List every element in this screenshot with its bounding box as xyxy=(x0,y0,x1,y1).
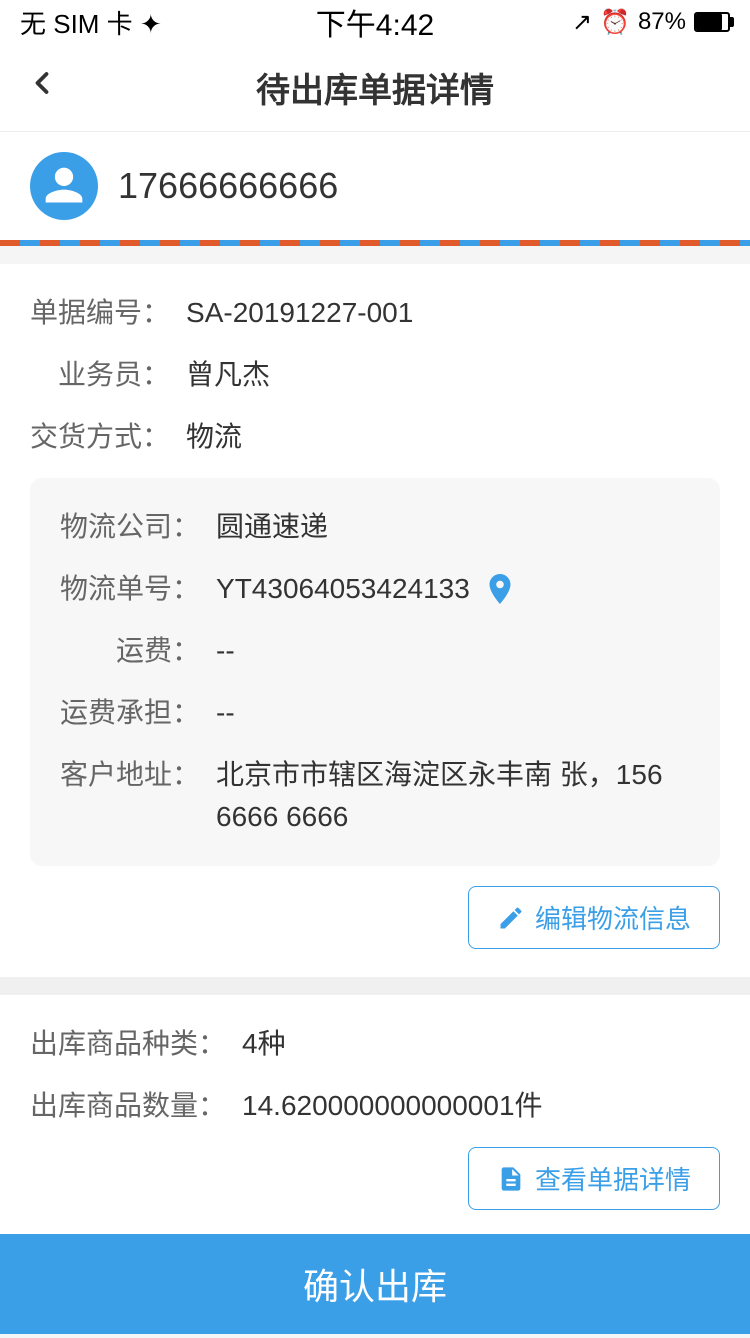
section-divider xyxy=(0,977,750,995)
delivery-method-row: 交货方式： 物流 xyxy=(30,416,720,458)
goods-quantity-label: 出库商品数量： xyxy=(30,1085,226,1127)
page-title: 待出库单据详情 xyxy=(256,63,494,112)
freight-bearer-row: 运费承担： -- xyxy=(60,692,690,734)
freight-label: 运费： xyxy=(60,630,200,672)
order-no-label: 单据编号： xyxy=(30,292,170,334)
order-no-value: SA-20191227-001 xyxy=(186,292,720,334)
back-button[interactable] xyxy=(24,65,60,111)
tracking-no-value: YT43064053424133 xyxy=(216,568,690,610)
goods-quantity-value: 14.620000000000001件 xyxy=(242,1085,720,1127)
customer-phone: 17666666666 xyxy=(118,165,338,207)
view-details-btn-container: 查看单据详情 xyxy=(30,1147,720,1210)
freight-bearer-value: -- xyxy=(216,692,690,734)
avatar xyxy=(30,152,98,220)
goods-types-value: 4种 xyxy=(242,1023,720,1065)
delivery-method-label: 交货方式： xyxy=(30,416,170,458)
logistics-company-label: 物流公司： xyxy=(60,506,200,548)
sim-wifi-text: 无 SIM 卡 ✦ xyxy=(20,4,162,41)
order-info-section: 单据编号： SA-20191227-001 业务员： 曾凡杰 交货方式： 物流 … xyxy=(0,264,750,977)
tracking-no-label: 物流单号： xyxy=(60,568,200,610)
order-no-row: 单据编号： SA-20191227-001 xyxy=(30,292,720,334)
view-details-button[interactable]: 查看单据详情 xyxy=(468,1147,720,1210)
freight-row: 运费： -- xyxy=(60,630,690,672)
confirm-bar[interactable]: 确认出库 xyxy=(0,1234,750,1334)
salesperson-row: 业务员： 曾凡杰 xyxy=(30,354,720,396)
edit-logistics-button[interactable]: 编辑物流信息 xyxy=(468,886,720,949)
tracking-no-row: 物流单号： YT43064053424133 xyxy=(60,568,690,610)
goods-quantity-row: 出库商品数量： 14.620000000000001件 xyxy=(30,1085,720,1127)
salesperson-label: 业务员： xyxy=(30,354,170,396)
customer-header: 17666666666 xyxy=(0,132,750,240)
dashed-separator xyxy=(0,240,750,246)
nav-bar: 待出库单据详情 xyxy=(0,44,750,132)
status-time: 下午4:42 xyxy=(316,0,434,44)
address-value: 北京市市辖区海淀区永丰南 张，156 6666 6666 xyxy=(216,754,690,838)
edit-logistics-btn-container: 编辑物流信息 xyxy=(30,886,720,949)
document-icon xyxy=(497,1165,525,1193)
delivery-method-value: 物流 xyxy=(186,416,720,458)
goods-types-label: 出库商品种类： xyxy=(30,1023,226,1065)
battery-text: 87% xyxy=(638,8,686,36)
status-right: ↗ ⏰ 87% xyxy=(572,8,730,37)
battery-icon xyxy=(694,12,730,32)
confirm-button-label: 确认出库 xyxy=(303,1258,447,1310)
goods-section: 出库商品种类： 4种 出库商品数量： 14.620000000000001件 查… xyxy=(0,995,750,1238)
address-row: 客户地址： 北京市市辖区海淀区永丰南 张，156 6666 6666 xyxy=(60,754,690,838)
goods-types-row: 出库商品种类： 4种 xyxy=(30,1023,720,1065)
logistics-card: 物流公司： 圆通速递 物流单号： YT43064053424133 运费： --… xyxy=(30,478,720,866)
freight-bearer-label: 运费承担： xyxy=(60,692,200,734)
address-label: 客户地址： xyxy=(60,754,200,796)
person-icon xyxy=(42,164,86,208)
salesperson-value: 曾凡杰 xyxy=(186,354,720,396)
edit-icon xyxy=(497,904,525,932)
location-icon-status: ↗ xyxy=(572,8,592,37)
logistics-company-value: 圆通速递 xyxy=(216,506,690,548)
status-left: 无 SIM 卡 ✦ xyxy=(20,4,162,41)
alarm-icon: ⏰ xyxy=(600,8,630,37)
logistics-company-row: 物流公司： 圆通速递 xyxy=(60,506,690,548)
freight-value: -- xyxy=(216,630,690,672)
map-pin-icon[interactable] xyxy=(482,571,518,607)
status-bar: 无 SIM 卡 ✦ 下午4:42 ↗ ⏰ 87% xyxy=(0,0,750,44)
